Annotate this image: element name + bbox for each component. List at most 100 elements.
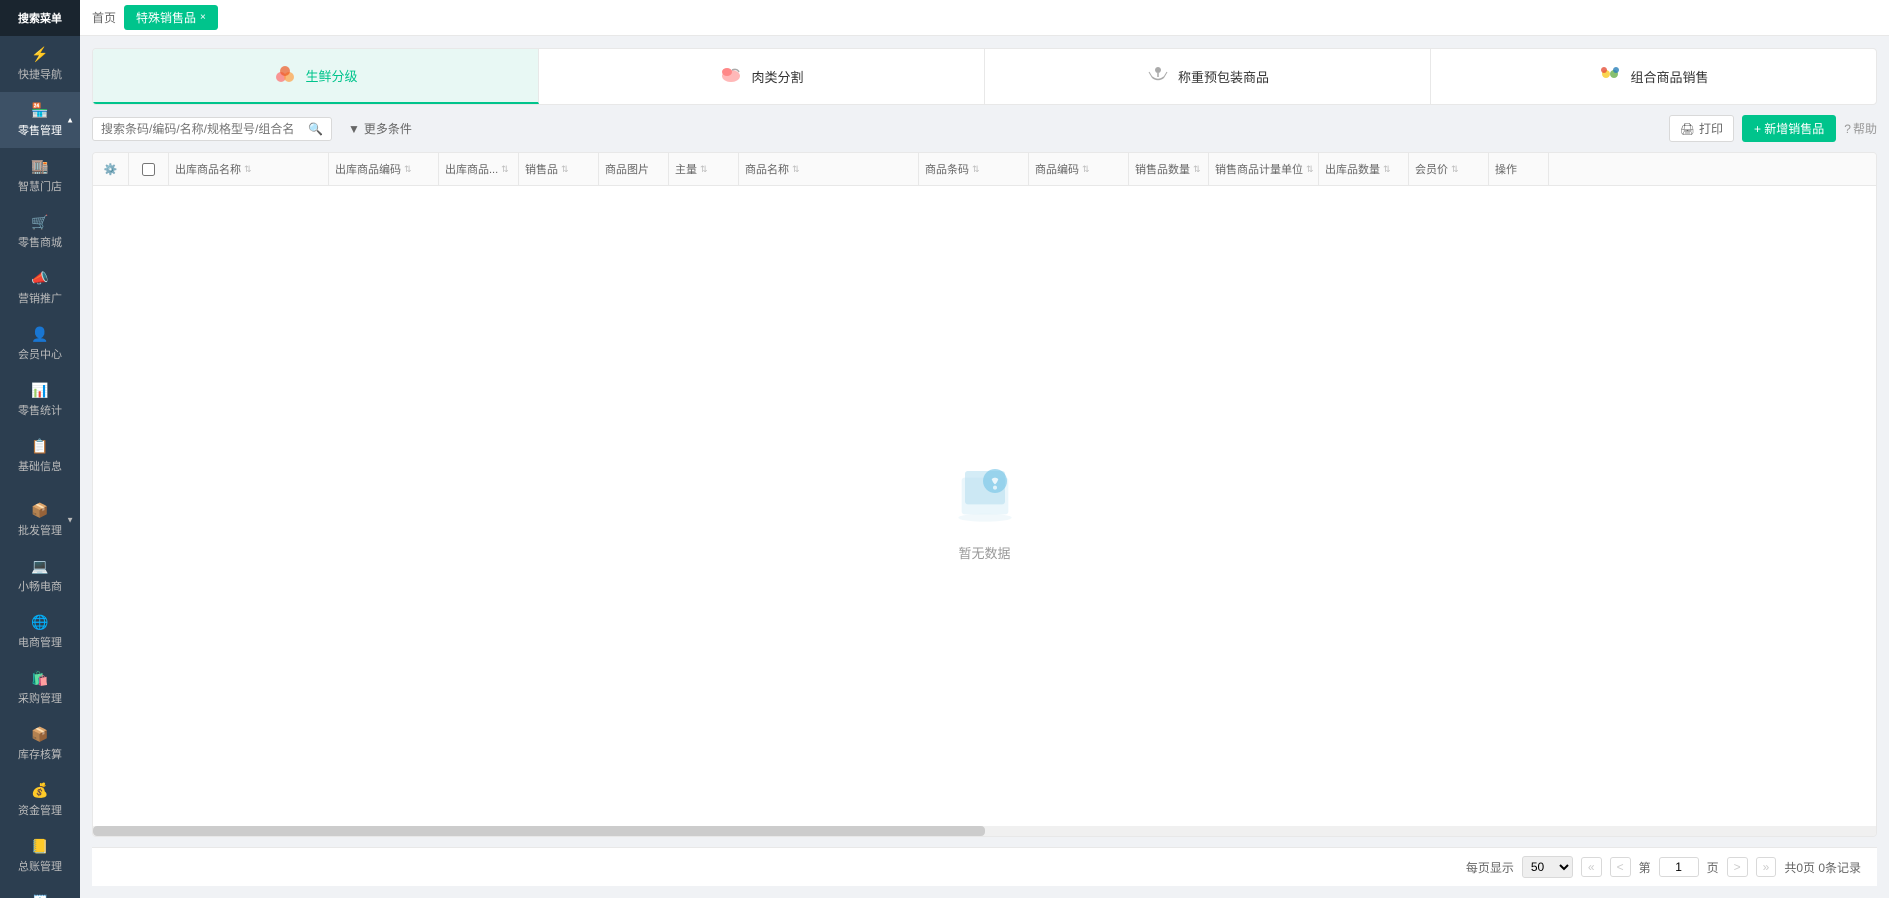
search-box[interactable]: 🔍 — [92, 117, 332, 141]
sidebar-item-member[interactable]: 👤 会员中心 — [0, 316, 80, 372]
finance-icon: 💰 — [31, 782, 48, 799]
data-table: ⚙️ 出库商品名称 ⇅ 出库商品编码 ⇅ 出库商品... ⇅ 销售品 — [92, 152, 1877, 837]
sidebar-item-quick-nav[interactable]: ⚡ 快捷导航 — [0, 36, 80, 92]
sort-icon-barcode[interactable]: ⇅ — [972, 164, 980, 175]
tab-close-button[interactable]: × — [200, 12, 206, 23]
sidebar-item-wholesale[interactable]: 📦 批发管理 — [0, 492, 80, 548]
inventory-icon: 📦 — [31, 726, 48, 743]
sidebar-item-mini-ecom[interactable]: 💻 小畅电商 — [0, 548, 80, 604]
sidebar-item-ledger[interactable]: 📒 总账管理 — [0, 828, 80, 884]
sidebar-logo[interactable]: 搜索菜单 — [0, 0, 80, 36]
page-size-select[interactable]: 20 50 100 — [1522, 856, 1573, 878]
sidebar-item-basic-info[interactable]: 📋 基础信息 — [0, 428, 80, 484]
cat-tab-weight-pkg[interactable]: 称重预包装商品 — [985, 49, 1431, 104]
th-img-label: 商品图片 — [605, 161, 649, 177]
th-wms-name-label: 出库商品名称 — [175, 161, 241, 177]
smart-store-icon: 🏬 — [31, 158, 48, 175]
sidebar-label-retail-mall: 零售商城 — [18, 234, 62, 250]
sidebar-label-basic-info: 基础信息 — [18, 458, 62, 474]
page-label-prefix: 第 — [1639, 859, 1651, 876]
retail-stats-icon: 📊 — [31, 382, 48, 399]
sort-icon-prodcode[interactable]: ⇅ — [1082, 164, 1090, 175]
fresh-grade-icon — [273, 61, 297, 90]
select-all-checkbox[interactable] — [142, 163, 155, 176]
sidebar-label-finance: 资金管理 — [18, 802, 62, 818]
next-page-button[interactable]: > — [1727, 857, 1748, 877]
filter-icon: ▼ — [348, 122, 360, 136]
ledger-icon: 📒 — [31, 838, 48, 855]
sort-icon-sale[interactable]: ⇅ — [561, 164, 569, 175]
sidebar-item-smart-store[interactable]: 🏬 智慧门店 — [0, 148, 80, 204]
cat-tab-weight-pkg-label: 称重预包装商品 — [1178, 67, 1269, 86]
sidebar-label-ledger: 总账管理 — [18, 858, 62, 874]
sort-icon-weight[interactable]: ⇅ — [700, 164, 708, 175]
cat-tab-meat-cut[interactable]: 肉类分割 — [539, 49, 985, 104]
help-label: 帮助 — [1853, 120, 1877, 137]
th-setting[interactable]: ⚙️ — [93, 153, 129, 185]
th-prod-name: 商品名称 ⇅ — [739, 153, 919, 185]
first-page-button[interactable]: « — [1581, 857, 1602, 877]
filter-button[interactable]: ▼ 更多条件 — [340, 116, 420, 141]
topbar: 首页 特殊销售品 × — [80, 0, 1889, 36]
last-page-button[interactable]: » — [1756, 857, 1777, 877]
new-sale-item-button[interactable]: + 新增销售品 — [1742, 115, 1836, 142]
th-sale-item: 销售品 ⇅ — [519, 153, 599, 185]
sidebar-item-ecom-mgmt[interactable]: 🌐 电商管理 — [0, 604, 80, 660]
th-weight-label: 主量 — [675, 161, 697, 177]
page-number-input[interactable] — [1659, 857, 1699, 877]
th-img: 商品图片 — [599, 153, 669, 185]
sort-icon-price[interactable]: ⇅ — [1451, 164, 1459, 175]
sidebar-item-retail-stats[interactable]: 📊 零售统计 — [0, 372, 80, 428]
sidebar-label-smart-store: 智慧门店 — [18, 178, 62, 194]
horizontal-scrollbar[interactable] — [93, 826, 1876, 836]
sidebar-label-ecom-mgmt: 电商管理 — [18, 634, 62, 650]
sidebar-label-marketing: 营销推广 — [18, 290, 62, 306]
th-unit-label: 销售商品计量单位 — [1215, 161, 1303, 177]
th-wms-code: 出库商品编码 ⇅ — [329, 153, 439, 185]
sidebar-item-inventory[interactable]: 📦 库存核算 — [0, 716, 80, 772]
th-sale-qty: 销售品数量 ⇅ — [1129, 153, 1209, 185]
sort-icon-wms-extra[interactable]: ⇅ — [501, 164, 509, 175]
sidebar-item-purchase[interactable]: 🛍️ 采购管理 — [0, 660, 80, 716]
cat-tab-fresh-grade[interactable]: 生鲜分级 — [93, 49, 539, 104]
help-button[interactable]: ? 帮助 — [1844, 120, 1877, 137]
sort-icon-wms-name[interactable]: ⇅ — [244, 164, 252, 175]
search-input[interactable] — [101, 122, 304, 136]
topbar-home[interactable]: 首页 — [92, 9, 116, 26]
empty-text: 暂无数据 — [958, 543, 1010, 562]
active-tab[interactable]: 特殊销售品 × — [124, 5, 218, 30]
print-button[interactable]: 🖨 打印 — [1669, 115, 1734, 142]
cat-tab-combo[interactable]: 组合商品销售 — [1431, 49, 1876, 104]
page-label-suffix: 页 — [1707, 859, 1719, 876]
sort-icon-prodname[interactable]: ⇅ — [792, 164, 800, 175]
sort-icon-saleqty[interactable]: ⇅ — [1193, 164, 1201, 175]
table-header: ⚙️ 出库商品名称 ⇅ 出库商品编码 ⇅ 出库商品... ⇅ 销售品 — [93, 153, 1876, 186]
sidebar-item-finance[interactable]: 💰 资金管理 — [0, 772, 80, 828]
sort-icon-wms-code[interactable]: ⇅ — [404, 164, 412, 175]
th-prod-name-label: 商品名称 — [745, 161, 789, 177]
sidebar-item-retail-mall[interactable]: 🛒 零售商城 — [0, 204, 80, 260]
horizontal-scrollbar-thumb[interactable] — [93, 826, 985, 836]
th-prod-code: 商品编码 ⇅ — [1029, 153, 1129, 185]
mini-ecom-icon: 💻 — [31, 558, 48, 575]
sidebar-label-inventory: 库存核算 — [18, 746, 62, 762]
wholesale-icon: 📦 — [31, 502, 48, 519]
cat-tab-meat-cut-label: 肉类分割 — [751, 67, 803, 86]
print-icon: 🖨 — [1680, 122, 1695, 136]
prev-page-button[interactable]: < — [1610, 857, 1631, 877]
sort-icon-unit[interactable]: ⇅ — [1306, 164, 1314, 175]
th-checkbox[interactable] — [129, 153, 169, 185]
th-barcode-label: 商品条码 — [925, 161, 969, 177]
th-sale-item-label: 销售品 — [525, 161, 558, 177]
th-prod-code-label: 商品编码 — [1035, 161, 1079, 177]
search-icon[interactable]: 🔍 — [308, 122, 323, 136]
invoice-icon: 🧾 — [31, 894, 48, 898]
retail-mall-icon: 🛒 — [31, 214, 48, 231]
content-area: 生鲜分级 肉类分割 — [80, 36, 1889, 898]
sidebar-item-marketing[interactable]: 📣 营销推广 — [0, 260, 80, 316]
th-weight: 主量 ⇅ — [669, 153, 739, 185]
toolbar: 🔍 ▼ 更多条件 🖨 打印 + 新增销售品 ? 帮助 — [92, 115, 1877, 142]
sidebar-item-invoice[interactable]: 🧾 发票管理 — [0, 884, 80, 898]
sort-icon-wmsqty[interactable]: ⇅ — [1383, 164, 1391, 175]
sidebar-item-retail-mgmt[interactable]: 🏪 零售管理 — [0, 92, 80, 148]
